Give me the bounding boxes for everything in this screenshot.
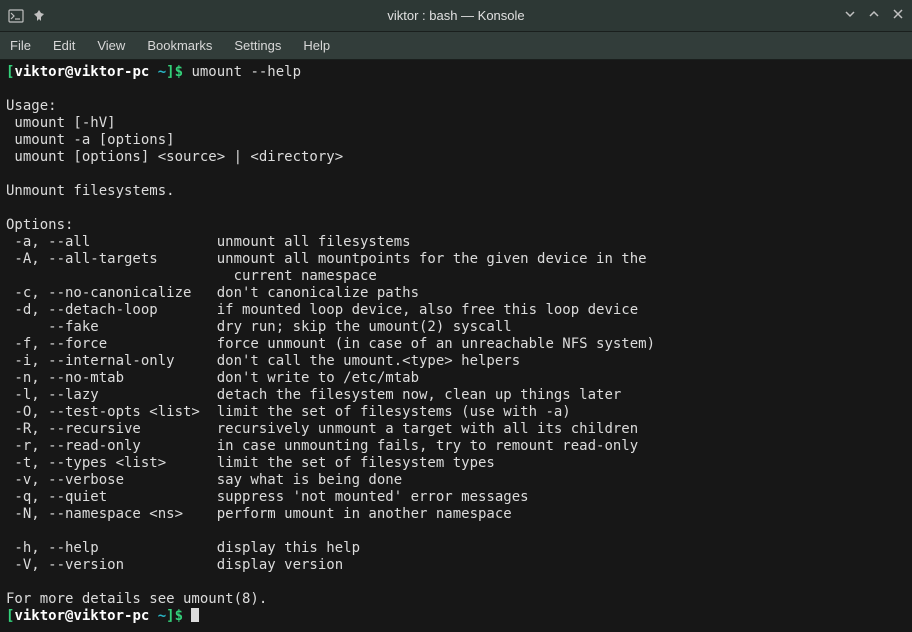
output-line: -f, --force force unmount (in case of an…: [6, 336, 655, 352]
menu-help[interactable]: Help: [303, 38, 330, 53]
output-line: umount [options] <source> | <directory>: [6, 149, 343, 165]
window-controls: [804, 8, 904, 23]
output-line: -q, --quiet suppress 'not mounted' error…: [6, 489, 529, 505]
title-bar: viktor : bash — Konsole: [0, 0, 912, 32]
command-text: umount --help: [191, 64, 301, 80]
output-line: Usage:: [6, 98, 57, 114]
minimize-button[interactable]: [844, 8, 856, 23]
output-line: -N, --namespace <ns> perform umount in a…: [6, 506, 512, 522]
output-line: -r, --read-only in case unmounting fails…: [6, 438, 638, 454]
prompt-userhost: viktor@viktor-pc: [14, 608, 149, 624]
output-line: -R, --recursive recursively unmount a ta…: [6, 421, 638, 437]
output-line: Options:: [6, 217, 73, 233]
menu-bar: File Edit View Bookmarks Settings Help: [0, 32, 912, 60]
app-icon: [8, 8, 24, 24]
menu-file[interactable]: File: [10, 38, 31, 53]
menu-bookmarks[interactable]: Bookmarks: [147, 38, 212, 53]
close-button[interactable]: [892, 8, 904, 23]
output-line: -d, --detach-loop if mounted loop device…: [6, 302, 638, 318]
output-line: -t, --types <list> limit the set of file…: [6, 455, 495, 471]
output-line: -c, --no-canonicalize don't canonicalize…: [6, 285, 419, 301]
prompt-cwd: ~: [149, 64, 166, 80]
output-line: umount -a [options]: [6, 132, 175, 148]
output-line: Unmount filesystems.: [6, 183, 175, 199]
output-line: -n, --no-mtab don't write to /etc/mtab: [6, 370, 419, 386]
output-line: -a, --all unmount all filesystems: [6, 234, 411, 250]
titlebar-left: [8, 8, 108, 24]
output-line: -v, --verbose say what is being done: [6, 472, 402, 488]
prompt-bracket-close: ]$: [166, 608, 183, 624]
output-line: -O, --test-opts <list> limit the set of …: [6, 404, 571, 420]
menu-view[interactable]: View: [97, 38, 125, 53]
prompt-bracket-close: ]$: [166, 64, 183, 80]
maximize-button[interactable]: [868, 8, 880, 23]
pin-icon[interactable]: [32, 9, 46, 23]
output-line: current namespace: [6, 268, 377, 284]
prompt-cwd: ~: [149, 608, 166, 624]
terminal-output[interactable]: [viktor@viktor-pc ~]$ umount --help Usag…: [0, 60, 912, 632]
menu-edit[interactable]: Edit: [53, 38, 75, 53]
cursor: [191, 608, 199, 622]
output-line: -h, --help display this help: [6, 540, 360, 556]
output-line: umount [-hV]: [6, 115, 116, 131]
output-line: -V, --version display version: [6, 557, 343, 573]
output-line: For more details see umount(8).: [6, 591, 267, 607]
menu-settings[interactable]: Settings: [234, 38, 281, 53]
window-title: viktor : bash — Konsole: [108, 8, 804, 23]
output-line: -i, --internal-only don't call the umoun…: [6, 353, 520, 369]
output-line: -A, --all-targets unmount all mountpoint…: [6, 251, 647, 267]
output-line: -l, --lazy detach the filesystem now, cl…: [6, 387, 621, 403]
output-line: --fake dry run; skip the umount(2) sysca…: [6, 319, 512, 335]
prompt-userhost: viktor@viktor-pc: [14, 64, 149, 80]
